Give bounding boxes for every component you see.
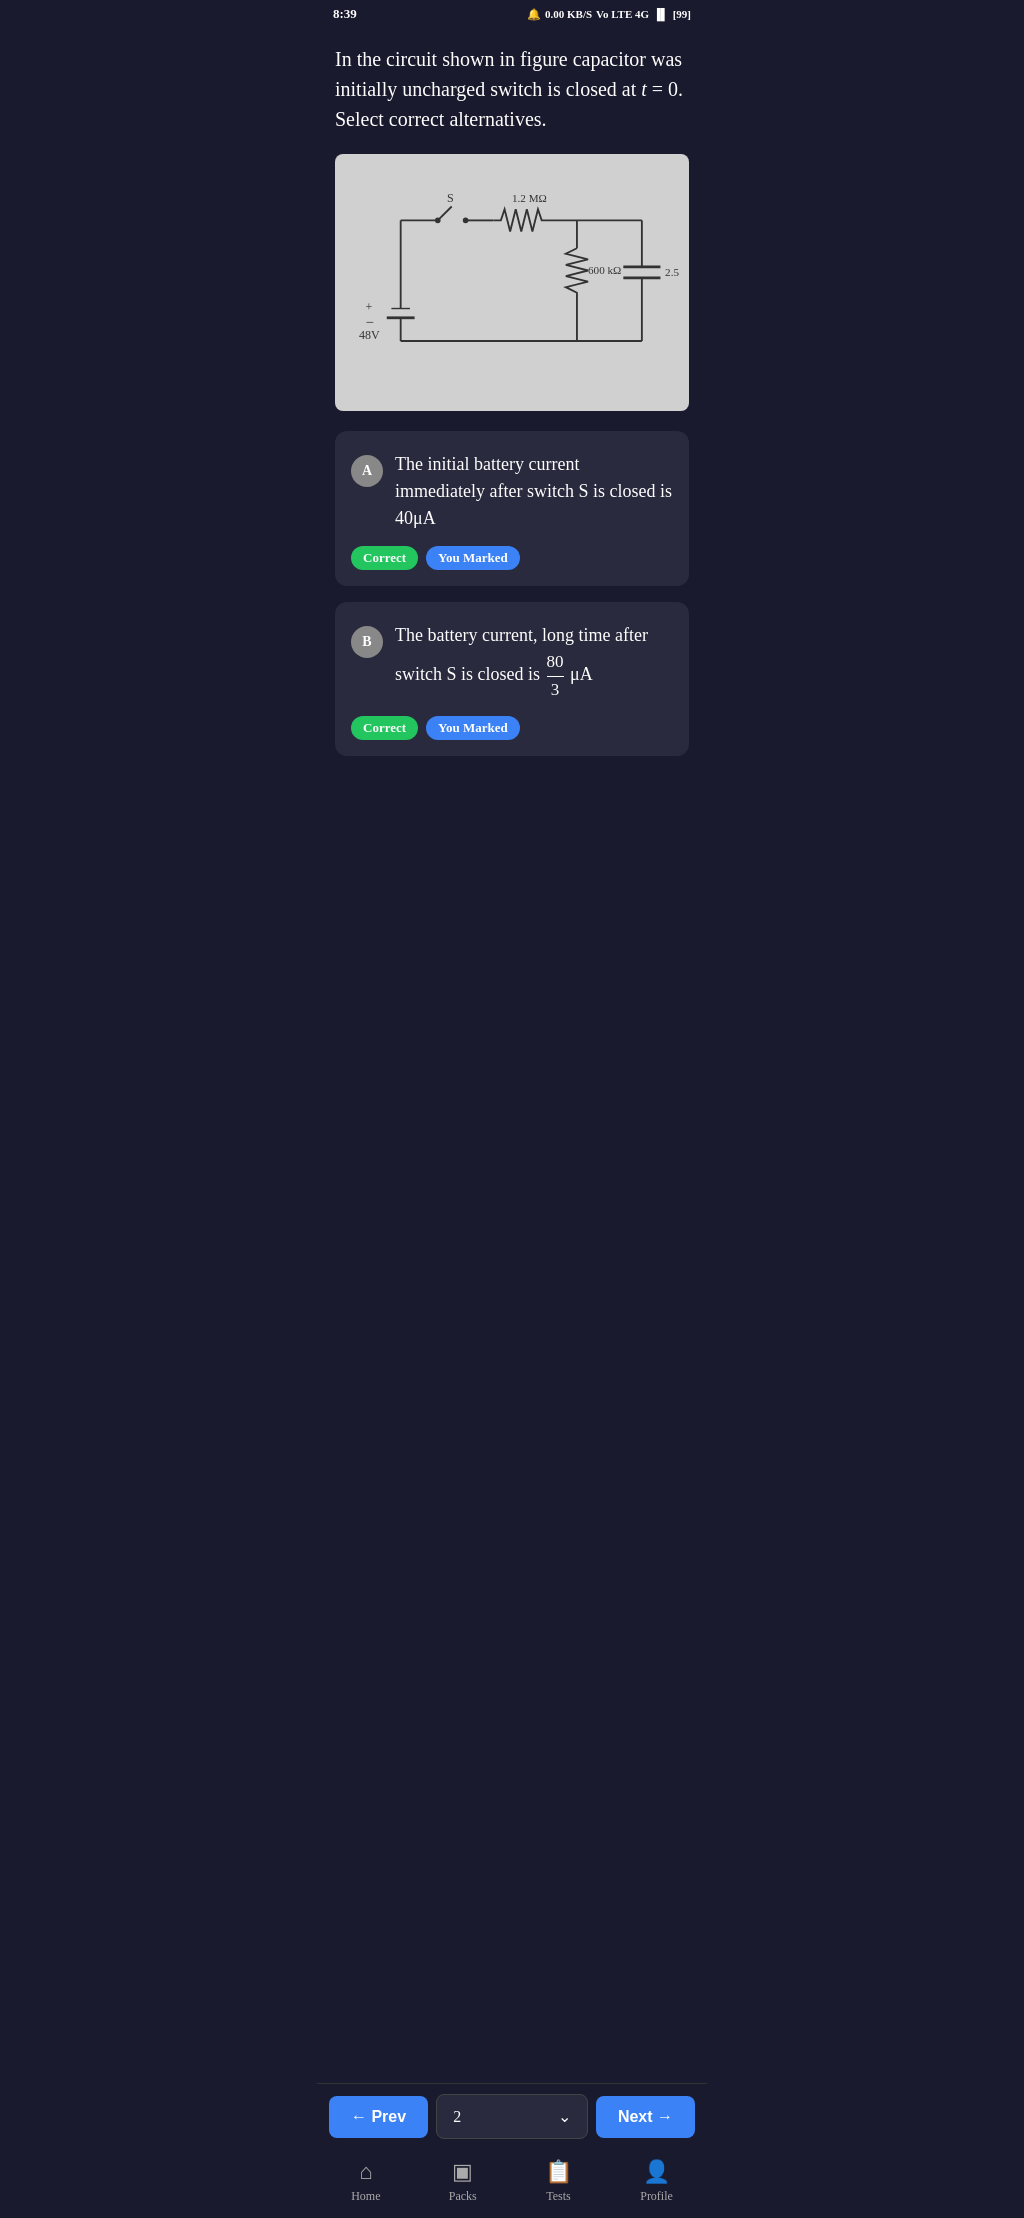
- option-text-b: The battery current, long time after swi…: [395, 622, 673, 702]
- option-badge-a: A: [351, 455, 383, 487]
- dropdown-chevron-icon: ⌄: [558, 2107, 571, 2126]
- tab-packs-label: Packs: [449, 2189, 477, 2204]
- tab-profile[interactable]: 👤 Profile: [640, 2159, 673, 2204]
- circuit-diagram: S 1.2 MΩ 2.5 μF + − 48V: [335, 154, 689, 411]
- signal-bars-icon: ▐▌: [653, 8, 669, 20]
- answer-header-b: B The battery current, long time after s…: [351, 622, 673, 702]
- answer-card-a: A The initial battery current immediatel…: [335, 431, 689, 586]
- svg-text:48V: 48V: [359, 328, 380, 342]
- svg-text:1.2 MΩ: 1.2 MΩ: [512, 192, 547, 204]
- tab-tests[interactable]: 📋 Tests: [545, 2159, 572, 2204]
- packs-icon: ▣: [452, 2159, 473, 2185]
- profile-icon: 👤: [643, 2159, 670, 2185]
- page-dropdown[interactable]: 2 ⌄: [436, 2094, 588, 2139]
- you-marked-tag-a: You Marked: [426, 546, 520, 570]
- tab-home-label: Home: [351, 2189, 380, 2204]
- fraction-80-3: 80 3: [547, 649, 564, 702]
- you-marked-tag-b: You Marked: [426, 716, 520, 740]
- tab-bar: ⌂ Home ▣ Packs 📋 Tests 👤 Profile: [317, 2149, 707, 2218]
- prev-label: ← Prev: [351, 2108, 406, 2126]
- main-content: In the circuit shown in figure capacitor…: [317, 28, 707, 902]
- signal-type: Vo LTE 4G: [596, 8, 649, 20]
- tab-profile-label: Profile: [640, 2189, 673, 2204]
- svg-text:S: S: [447, 191, 454, 205]
- network-speed: 0.00 KB/S: [545, 8, 592, 20]
- status-right: 🔔 0.00 KB/S Vo LTE 4G ▐▌ [99]: [527, 8, 691, 21]
- status-bar: 8:39 🔔 0.00 KB/S Vo LTE 4G ▐▌ [99]: [317, 0, 707, 28]
- option-text-a: The initial battery current immediately …: [395, 451, 673, 532]
- tab-home[interactable]: ⌂ Home: [351, 2159, 380, 2204]
- bottom-nav-bar: ← Prev 2 ⌄ Next → ⌂ Home ▣ Packs 📋 Tests…: [317, 2083, 707, 2218]
- option-badge-b: B: [351, 626, 383, 658]
- svg-text:600 kΩ: 600 kΩ: [588, 264, 621, 276]
- svg-text:2.5 μF: 2.5 μF: [665, 266, 679, 278]
- answer-card-b: B The battery current, long time after s…: [335, 602, 689, 756]
- tab-packs[interactable]: ▣ Packs: [449, 2159, 477, 2204]
- tests-icon: 📋: [545, 2159, 572, 2185]
- circuit-svg: S 1.2 MΩ 2.5 μF + − 48V: [345, 174, 679, 387]
- next-label: Next →: [618, 2108, 673, 2126]
- home-icon: ⌂: [359, 2159, 372, 2185]
- svg-line-1: [438, 206, 452, 220]
- network-icon: 🔔: [527, 8, 541, 21]
- battery-icon: [99]: [673, 8, 691, 20]
- answer-header-a: A The initial battery current immediatel…: [351, 451, 673, 532]
- next-button[interactable]: Next →: [596, 2096, 695, 2138]
- correct-tag-b: Correct: [351, 716, 418, 740]
- svg-text:+: +: [365, 300, 372, 314]
- pagination-bar: ← Prev 2 ⌄ Next →: [317, 2084, 707, 2149]
- question-text: In the circuit shown in figure capacitor…: [335, 44, 689, 134]
- current-page: 2: [453, 2108, 461, 2126]
- tags-a: Correct You Marked: [351, 546, 673, 570]
- tab-tests-label: Tests: [546, 2189, 571, 2204]
- svg-point-2: [435, 218, 441, 224]
- prev-button[interactable]: ← Prev: [329, 2096, 428, 2138]
- correct-tag-a: Correct: [351, 546, 418, 570]
- tags-b: Correct You Marked: [351, 716, 673, 740]
- status-time: 8:39: [333, 6, 357, 22]
